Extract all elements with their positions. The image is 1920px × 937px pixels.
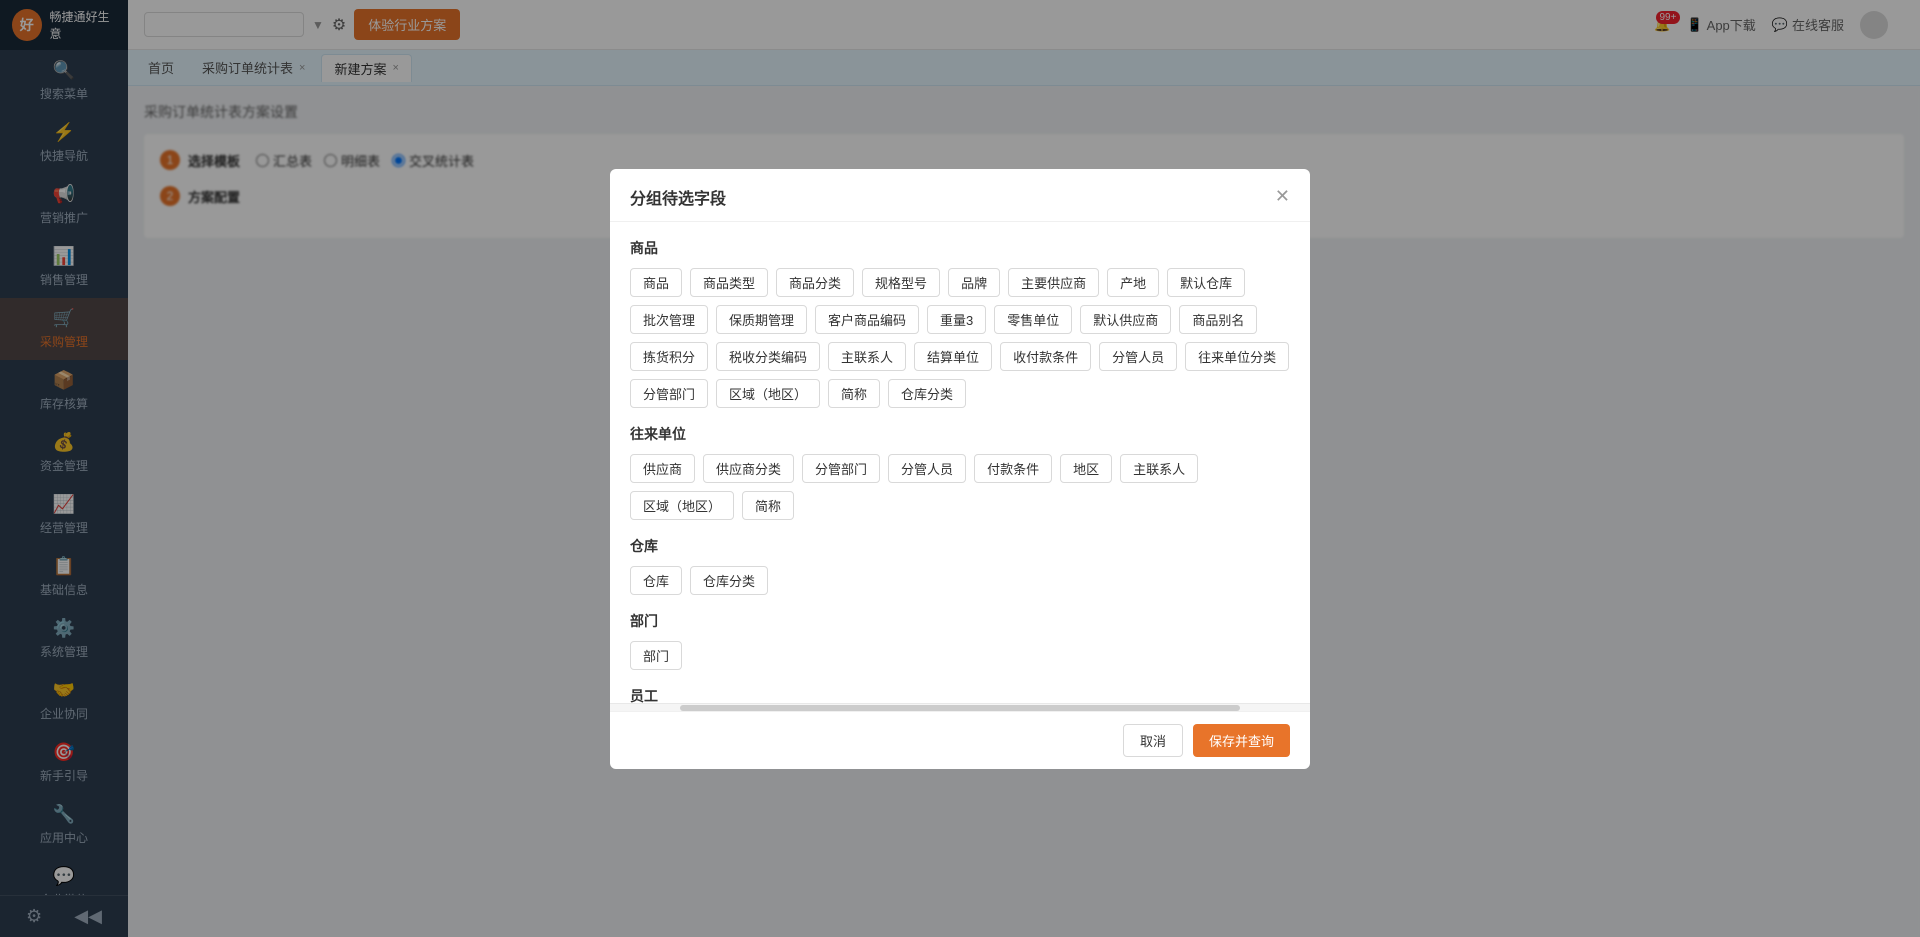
field-tag-dept-person[interactable]: 分管人员 (888, 454, 966, 483)
field-section-partner: 往来单位供应商供应商分类分管部门分管人员付款条件地区主联系人区域（地区） 简称 (630, 424, 1290, 520)
field-tag-quality-mgmt[interactable]: 保质期管理 (716, 305, 807, 334)
field-tag-abbr[interactable]: 简称 (828, 379, 880, 408)
field-tag-goods-category[interactable]: 商品分类 (776, 268, 854, 297)
field-section-title-warehouse: 仓库 (630, 536, 1290, 556)
field-section-title-department: 部门 (630, 611, 1290, 631)
field-tag-dept-mgmt[interactable]: 分管部门 (630, 379, 708, 408)
field-tag-supplier[interactable]: 供应商 (630, 454, 695, 483)
dialog-header: 分组待选字段 ✕ (610, 169, 1310, 222)
dialog-horizontal-scrollbar[interactable] (610, 703, 1310, 711)
field-tag-main-supplier[interactable]: 主要供应商 (1008, 268, 1099, 297)
field-tag-manager[interactable]: 分管人员 (1099, 342, 1177, 371)
dialog-overlay: 分组待选字段 ✕ 商品商品商品类型商品分类规格型号品牌主要供应商产地默认仓库批次… (0, 0, 1920, 937)
field-tag-region[interactable]: 区域（地区） (716, 379, 820, 408)
field-tag-customer-code[interactable]: 客户商品编码 (815, 305, 919, 334)
field-tag-region2[interactable]: 区域（地区） (630, 491, 734, 520)
field-tag-warehouse-cat[interactable]: 仓库分类 (888, 379, 966, 408)
field-tag-warehouse[interactable]: 仓库 (630, 566, 682, 595)
field-tag-source-unit-cat[interactable]: 往来单位分类 (1185, 342, 1289, 371)
dialog-cancel-btn[interactable]: 取消 (1123, 724, 1183, 757)
field-tag-weight3[interactable]: 重量3 (927, 305, 986, 334)
field-tag-abbr2[interactable]: 简称 (742, 491, 794, 520)
field-tag-warehouse-cat2[interactable]: 仓库分类 (690, 566, 768, 595)
field-tag-retail-unit[interactable]: 零售单位 (994, 305, 1072, 334)
field-tag-spec-type[interactable]: 规格型号 (862, 268, 940, 297)
field-section-goods: 商品商品商品类型商品分类规格型号品牌主要供应商产地默认仓库批次管理保质期管理客户… (630, 238, 1290, 408)
field-tag-payment-terms[interactable]: 收付款条件 (1000, 342, 1091, 371)
dialog-confirm-btn[interactable]: 保存并查询 (1193, 724, 1290, 757)
field-tag-dept[interactable]: 分管部门 (802, 454, 880, 483)
dialog-close-btn[interactable]: ✕ (1275, 186, 1290, 207)
field-tag-settle-unit[interactable]: 结算单位 (914, 342, 992, 371)
field-tag-picking-points[interactable]: 拣货积分 (630, 342, 708, 371)
field-tag-goods-alias[interactable]: 商品别名 (1179, 305, 1257, 334)
field-tag-default-warehouse[interactable]: 默认仓库 (1167, 268, 1245, 297)
field-section-warehouse: 仓库仓库仓库分类 (630, 536, 1290, 595)
field-tag-origin[interactable]: 产地 (1107, 268, 1159, 297)
field-section-department: 部门部门 (630, 611, 1290, 670)
field-select-dialog: 分组待选字段 ✕ 商品商品商品类型商品分类规格型号品牌主要供应商产地默认仓库批次… (610, 169, 1310, 769)
field-tag-area[interactable]: 地区 (1060, 454, 1112, 483)
field-tag-default-supplier[interactable]: 默认供应商 (1080, 305, 1171, 334)
field-tag-main-contact2[interactable]: 主联系人 (1120, 454, 1198, 483)
field-tag-batch-mgmt[interactable]: 批次管理 (630, 305, 708, 334)
field-section-title-staff: 员工 (630, 686, 1290, 703)
field-section-title-goods: 商品 (630, 238, 1290, 258)
field-tag-tax-code[interactable]: 税收分类编码 (716, 342, 820, 371)
dialog-footer: 取消 保存并查询 (610, 711, 1310, 769)
field-tag-department[interactable]: 部门 (630, 641, 682, 670)
field-section-title-partner: 往来单位 (630, 424, 1290, 444)
dialog-scrollbar-thumb (680, 705, 1240, 711)
field-tag-goods-type[interactable]: 商品类型 (690, 268, 768, 297)
dialog-body[interactable]: 商品商品商品类型商品分类规格型号品牌主要供应商产地默认仓库批次管理保质期管理客户… (610, 222, 1310, 703)
field-section-staff: 员工业务员 (630, 686, 1290, 703)
field-tag-goods[interactable]: 商品 (630, 268, 682, 297)
field-tag-main-contact[interactable]: 主联系人 (828, 342, 906, 371)
dialog-title: 分组待选字段 (630, 185, 726, 209)
field-tag-supplier-cat[interactable]: 供应商分类 (703, 454, 794, 483)
field-tag-brand[interactable]: 品牌 (948, 268, 1000, 297)
field-tag-pay-terms[interactable]: 付款条件 (974, 454, 1052, 483)
